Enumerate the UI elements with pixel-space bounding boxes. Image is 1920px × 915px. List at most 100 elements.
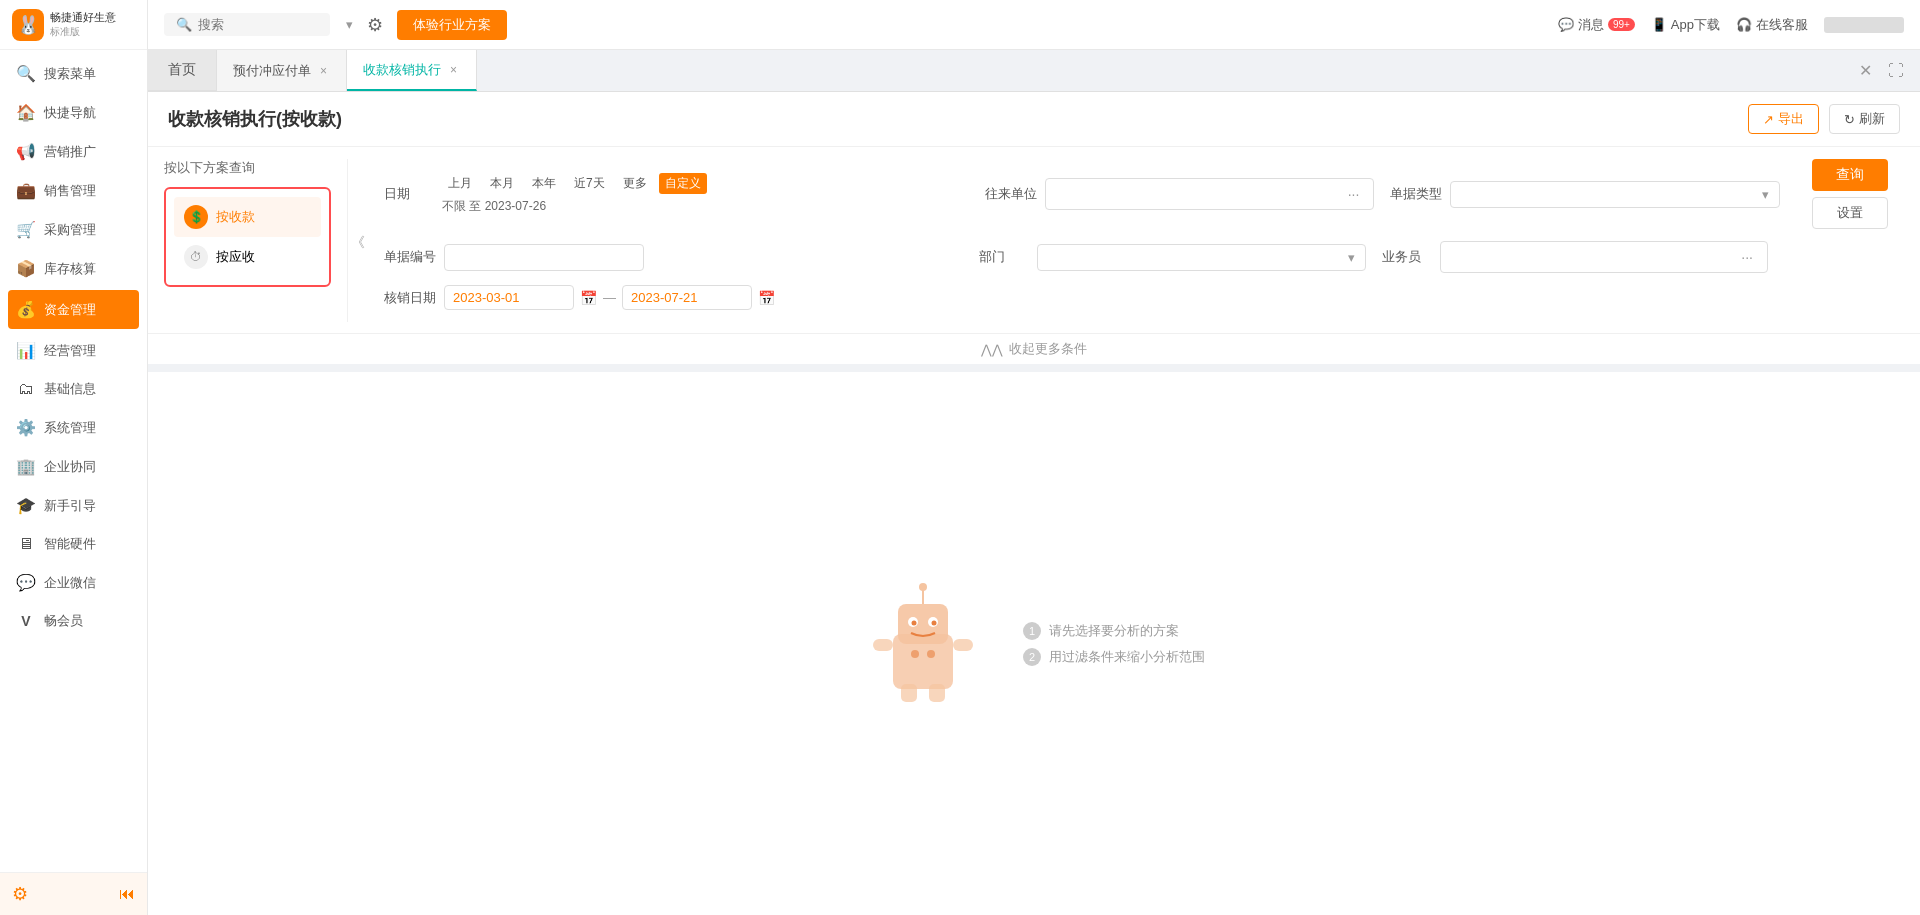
wechat-icon: 💬 [16,573,36,592]
user-profile[interactable] [1824,17,1904,33]
dept-select[interactable]: ▾ [1037,244,1365,271]
sidebar-item-quicknav[interactable]: 🏠 快捷导航 [0,93,147,132]
tabbar-expand-icon[interactable]: ⛶ [1884,60,1908,82]
member-icon: V [16,613,36,629]
sidebar-item-sysmanage[interactable]: ⚙️ 系统管理 [0,408,147,447]
message-button[interactable]: 💬 消息 99+ [1558,16,1635,34]
app-download-icon: 📱 [1651,17,1667,32]
topbar-search-input[interactable] [198,17,318,32]
page-header-actions: ↗ 导出 ↻ 刷新 [1748,104,1900,146]
form-row-2: 单据编号 部门 ▾ 业务员 ··· [384,241,1904,273]
export-button[interactable]: ↗ 导出 [1748,104,1819,134]
collapse-conditions-bar[interactable]: ⋀⋀ 收起更多条件 [148,333,1920,364]
date-custom[interactable]: 自定义 [659,173,707,194]
verify-date-end-input[interactable] [622,285,752,310]
empty-step-2: 2 用过滤条件来缩小分析范围 [1023,648,1205,666]
online-service-button[interactable]: 🎧 在线客服 [1736,16,1808,34]
bill-no-label: 单据编号 [384,248,436,266]
date-this-year[interactable]: 本年 [526,173,562,194]
filter-sidebar: 按以下方案查询 💲 按收款 ⏱ 按应收 [148,159,348,322]
topbar-search-box[interactable]: 🔍 [164,13,330,36]
hardware-icon: 🖥 [16,535,36,553]
topbar-gear-icon[interactable]: ⚙ [367,14,383,36]
user-name [1824,17,1904,33]
marketing-icon: 📢 [16,142,36,161]
tab-prepay[interactable]: 预付冲应付单 × [217,50,347,91]
svg-point-7 [919,583,927,591]
query-button[interactable]: 查询 [1812,159,1888,191]
tabbar-close-icon[interactable]: ✕ [1855,59,1876,82]
sidebar-item-finance[interactable]: 💰 资金管理 [8,290,139,329]
counterparty-label: 往来单位 [985,185,1037,203]
sidebar-item-wechat[interactable]: 💬 企业微信 [0,563,147,602]
tab-home[interactable]: 首页 [148,50,217,91]
tab-prepay-close[interactable]: × [317,62,330,80]
tab-home-label: 首页 [168,61,196,79]
staff-ellipsis-icon[interactable]: ··· [1737,247,1757,267]
sidebar-label-inventory: 库存核算 [44,260,96,278]
sidebar-item-basicinfo[interactable]: 🗂 基础信息 [0,370,147,408]
svg-rect-1 [898,604,948,644]
staff-input[interactable]: ··· [1440,241,1768,273]
sidebar-label-sales: 销售管理 [44,182,96,200]
collapse-conditions-button[interactable]: ⋀⋀ 收起更多条件 [981,340,1087,358]
bill-no-input[interactable] [444,244,644,271]
sidebar-item-search[interactable]: 🔍 搜索菜单 [0,54,147,93]
page-header: 收款核销执行(按收款) ↗ 导出 ↻ 刷新 [148,92,1920,147]
staff-label: 业务员 [1382,248,1432,266]
sidebar-label-sysmanage: 系统管理 [44,419,96,437]
message-icon: 💬 [1558,17,1574,32]
sidebar-item-member[interactable]: V 畅会员 [0,602,147,640]
date-7days[interactable]: 近7天 [568,173,611,194]
bill-type-select[interactable]: ▾ [1450,181,1780,208]
sidebar-item-sales[interactable]: 💼 销售管理 [0,171,147,210]
query-buttons: 查询 设置 [1796,159,1904,229]
tab-receipt[interactable]: 收款核销执行 × [347,50,477,91]
empty-illustration [863,579,983,709]
settings-button[interactable]: 设置 [1812,197,1888,229]
service-label: 在线客服 [1756,16,1808,34]
filter-collapse-button[interactable]: 《 [348,159,368,322]
sidebar-collapse-button[interactable]: ⏮ [119,885,135,903]
verify-date-end-cal-icon[interactable]: 📅 [758,290,775,306]
refresh-button[interactable]: ↻ 刷新 [1829,104,1900,134]
sidebar-label-quicknav: 快捷导航 [44,104,96,122]
sidebar-item-marketing[interactable]: 📢 营销推广 [0,132,147,171]
sidebar-item-enterprise[interactable]: 🏢 企业协同 [0,447,147,486]
topbar-chevron-icon[interactable]: ▾ [346,17,353,32]
sales-icon: 💼 [16,181,36,200]
app-name-block: 畅捷通好生意 标准版 [50,10,116,38]
refresh-icon: ↻ [1844,112,1855,127]
sidebar-item-hardware[interactable]: 🖥 智能硬件 [0,525,147,563]
svg-point-12 [911,650,919,658]
verify-date-start-cal-icon[interactable]: 📅 [580,290,597,306]
sidebar-label-purchase: 采购管理 [44,221,96,239]
sidebar-item-inventory[interactable]: 📦 库存核算 [0,249,147,288]
inventory-icon: 📦 [16,259,36,278]
search-menu-icon: 🔍 [16,64,36,83]
page-title: 收款核销执行(按收款) [168,107,342,143]
app-name: 畅捷通好生意 [50,10,116,24]
tabbar-actions: ✕ ⛶ [1855,50,1920,91]
sidebar-item-purchase[interactable]: 🛒 采购管理 [0,210,147,249]
verify-date-start-input[interactable] [444,285,574,310]
filter-option-by-receipt[interactable]: 💲 按收款 [174,197,321,237]
verify-date-label: 核销日期 [384,289,436,307]
bill-no-group: 单据编号 [384,244,963,271]
empty-step-1: 1 请先选择要分析的方案 [1023,622,1205,640]
date-this-month[interactable]: 本月 [484,173,520,194]
sidebar-item-guide[interactable]: 🎓 新手引导 [0,486,147,525]
tab-receipt-close[interactable]: × [447,61,460,79]
sidebar-item-management[interactable]: 📊 经营管理 [0,331,147,370]
form-row-3: 核销日期 📅 — 📅 [384,285,1904,310]
counterparty-input[interactable]: ··· [1045,178,1375,210]
filter-option-by-receivable[interactable]: ⏱ 按应收 [174,237,321,277]
counterparty-ellipsis-icon[interactable]: ··· [1344,184,1364,204]
step1-text: 请先选择要分析的方案 [1049,622,1179,640]
date-more[interactable]: 更多 [617,173,653,194]
settings-icon[interactable]: ⚙ [12,883,28,905]
app-download-button[interactable]: 📱 App下载 [1651,16,1720,34]
bill-type-label: 单据类型 [1390,185,1442,203]
date-last-month[interactable]: 上月 [442,173,478,194]
solution-button[interactable]: 体验行业方案 [397,10,507,40]
